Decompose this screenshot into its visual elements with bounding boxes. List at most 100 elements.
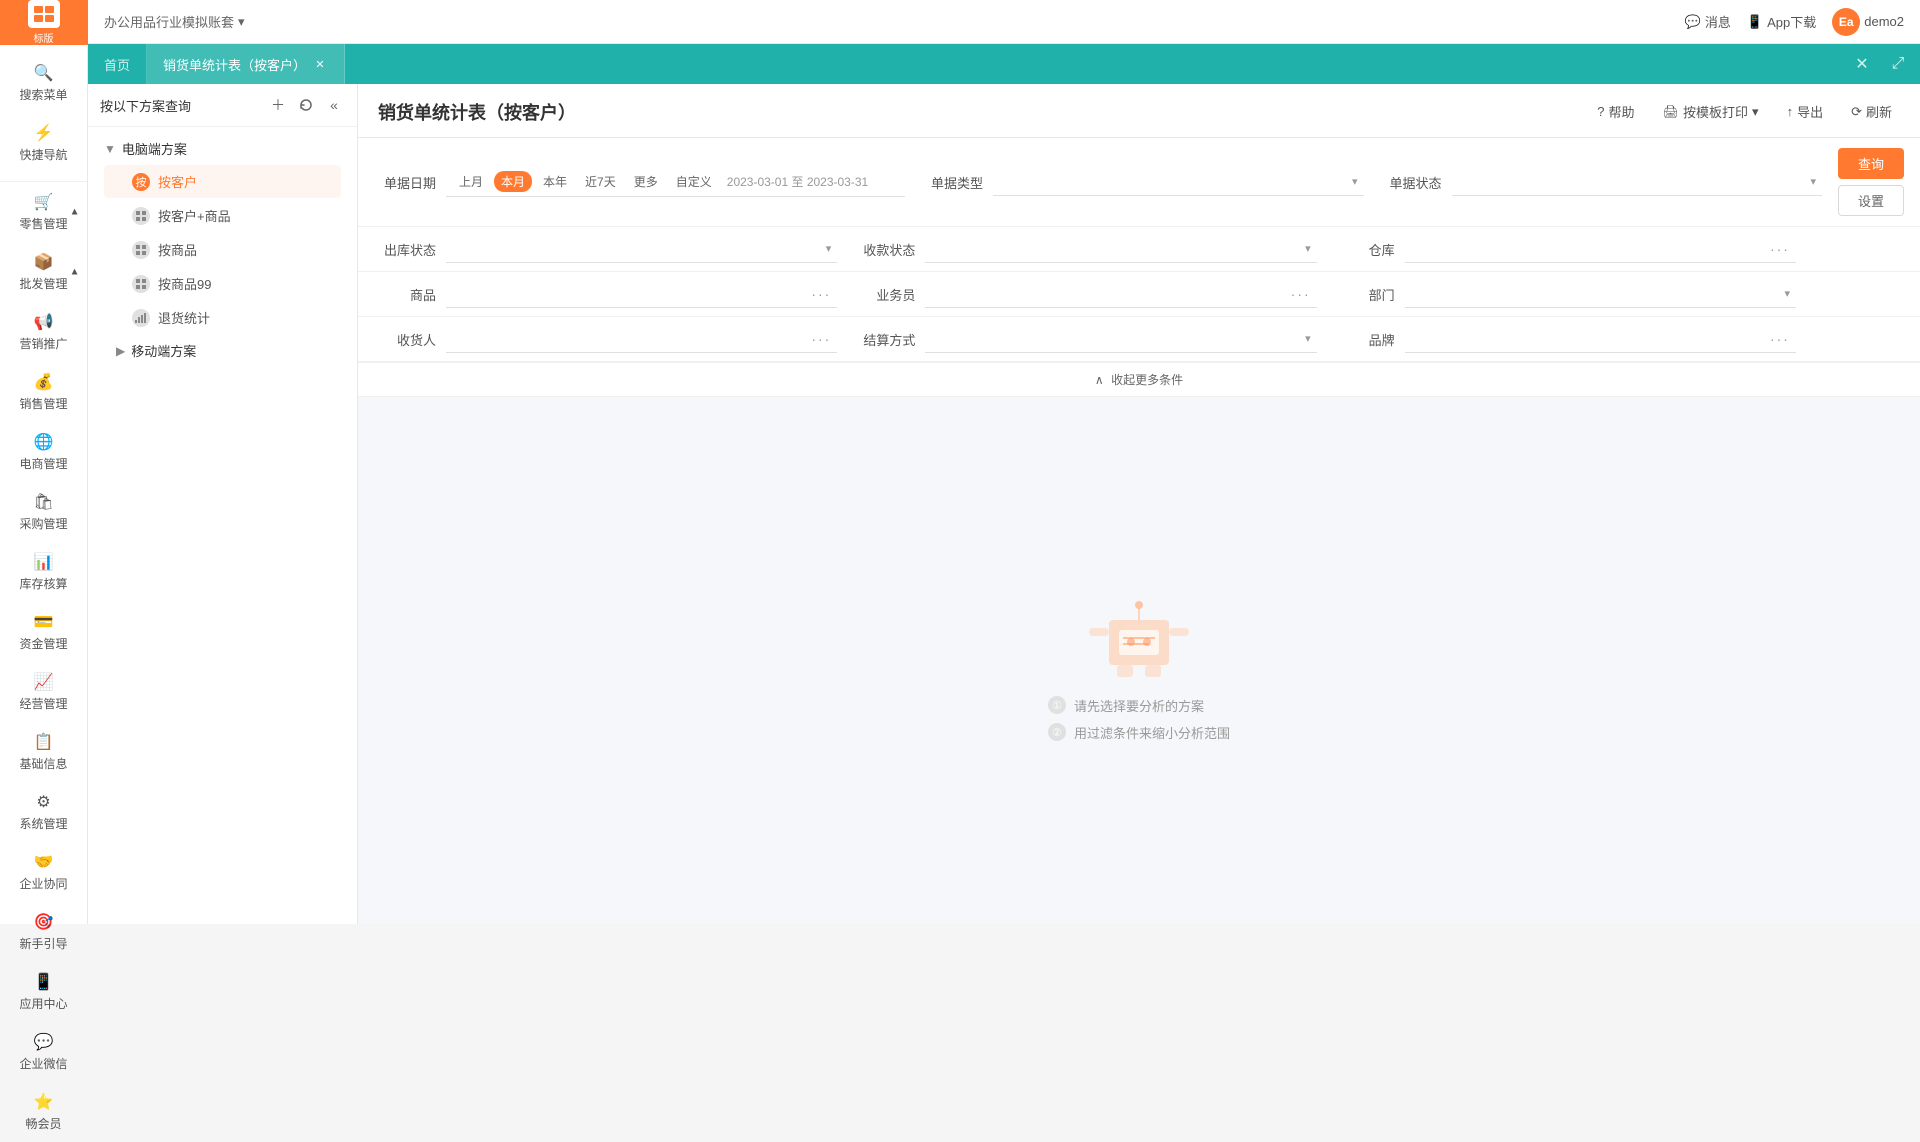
tabbar: 首页 销货单统计表（按客户） ✕ ✕ ⤢	[88, 44, 1920, 84]
sidebar-item-purchase-label: 采购管理	[19, 515, 67, 532]
empty-state: ① 请先选择要分析的方案 ② 用过滤条件来缩小分析范围	[1048, 580, 1230, 742]
refresh-scheme-btn[interactable]	[295, 94, 317, 116]
sidebar-item-operation[interactable]: 📈 经营管理	[0, 662, 88, 722]
this-month-btn[interactable]: 本月	[494, 171, 532, 192]
tab-home[interactable]: 首页	[88, 44, 147, 84]
industry-dropdown[interactable]: 办公用品行业模拟账套 ▾	[104, 12, 245, 31]
tree-item-customer-goods[interactable]: 按客户+商品	[104, 199, 341, 232]
mobile-group-header[interactable]: ▶ 移动端方案	[96, 335, 349, 366]
date-filter-input[interactable]: 上月 本月 本年 近7天 更多 自定义 2023-03-01 至 2023-03…	[446, 167, 905, 197]
salesperson-dots: ···	[1291, 286, 1311, 302]
template-print-label: 按模板打印	[1683, 102, 1748, 121]
custom-btn[interactable]: 自定义	[669, 171, 719, 192]
export-label: 导出	[1797, 102, 1823, 121]
settlement-input[interactable]: ▾	[925, 325, 1316, 353]
sidebar-item-purchase[interactable]: 🛍 采购管理	[0, 482, 88, 542]
settings-btn[interactable]: 设置	[1838, 185, 1904, 216]
sidebar-item-system[interactable]: ⚙ 系统管理	[0, 782, 88, 842]
sidebar-item-finance[interactable]: 💳 资金管理	[0, 602, 88, 662]
sidebar-item-ecommerce[interactable]: 🌐 电商管理	[0, 422, 88, 482]
goods-input[interactable]: ···	[446, 280, 837, 308]
recipient-input[interactable]: ···	[446, 325, 837, 353]
last7-btn[interactable]: 近7天	[578, 171, 623, 192]
enterprise-icon: 🤝	[34, 852, 54, 872]
salesperson-label: 业务员	[853, 285, 925, 304]
brand-label: 品牌	[1333, 330, 1405, 349]
tab-expand-btn[interactable]: ⤢	[1884, 50, 1912, 78]
retail-icon: 🛒	[34, 192, 54, 212]
this-year-btn[interactable]: 本年	[536, 171, 574, 192]
message-btn[interactable]: 💬 消息	[1685, 12, 1731, 31]
bill-type-label: 单据类型	[921, 173, 993, 192]
out-status-arrow: ▾	[826, 242, 832, 255]
sidebar-item-marketing-label: 营销推广	[19, 335, 67, 352]
bill-status-input[interactable]: ▾	[1452, 168, 1823, 196]
sidebar-item-retail[interactable]: 🛒 零售管理 ▲	[0, 182, 88, 242]
collapse-icon: ∧	[1095, 373, 1104, 387]
ent-wechat-icon: 💬	[34, 1032, 54, 1052]
tree-item-return-stat[interactable]: 退货统计	[104, 301, 341, 334]
sidebar-item-ent-wechat[interactable]: 💬 企业微信	[0, 1022, 88, 1082]
sidebar-item-appcenter[interactable]: 📱 应用中心	[0, 962, 88, 1022]
add-scheme-btn[interactable]: ＋	[267, 94, 289, 116]
app-download-label: App下载	[1767, 12, 1816, 31]
tab-minimize-btn[interactable]: ✕	[1848, 50, 1876, 78]
collapse-panel-btn[interactable]: «	[323, 94, 345, 116]
collapse-more-btn[interactable]: ∧ 收起更多条件	[358, 362, 1920, 396]
export-btn[interactable]: ↑ 导出	[1779, 98, 1832, 125]
tab-sales-stat[interactable]: 销货单统计表（按客户） ✕	[147, 44, 345, 84]
by-customer-icon: 按	[132, 173, 150, 191]
sidebar-item-basicinfo[interactable]: 📋 基础信息	[0, 722, 88, 782]
row2-spacer	[1796, 235, 1904, 263]
department-input[interactable]: ▾	[1405, 280, 1796, 308]
left-panel-header: 按以下方案查询 ＋ «	[88, 84, 357, 127]
sidebar-item-wholesale[interactable]: 📦 批发管理 ▲	[0, 242, 88, 302]
sidebar-item-sales[interactable]: 💰 销售管理	[0, 362, 88, 422]
inventory-icon: 📊	[34, 552, 54, 572]
empty-tip-2: ② 用过滤条件来缩小分析范围	[1048, 723, 1230, 742]
out-status-label: 出库状态	[374, 240, 446, 259]
sidebar-item-quicknav[interactable]: ⚡ 快捷导航	[0, 113, 88, 173]
tip-num-2: ②	[1048, 723, 1066, 741]
marketing-icon: 📢	[34, 312, 54, 332]
left-panel: 按以下方案查询 ＋ « ▼ 电脑端方案	[88, 84, 358, 924]
right-panel: 销货单统计表（按客户） ? 帮助 🖨 按模板打印 ▾ ↑	[358, 84, 1920, 924]
sidebar-item-wholesale-label: 批发管理	[19, 275, 67, 292]
sidebar-item-member[interactable]: ⭐ 畅会员	[0, 1082, 88, 1142]
sidebar-logo[interactable]: 标版	[0, 0, 88, 45]
desktop-group: ▼ 电脑端方案 按 按客户	[88, 133, 357, 334]
refresh-label: 刷新	[1866, 102, 1892, 121]
sidebar-item-enterprise[interactable]: 🤝 企业协同	[0, 842, 88, 902]
sidebar-item-search-label: 搜索菜单	[19, 86, 67, 103]
sidebar-item-marketing[interactable]: 📢 营销推广	[0, 302, 88, 362]
out-status-input[interactable]: ▾	[446, 235, 837, 263]
sidebar-item-basicinfo-label: 基础信息	[19, 755, 67, 772]
salesperson-input[interactable]: ···	[925, 280, 1316, 308]
app-download-btn[interactable]: 📱 App下载	[1747, 12, 1816, 31]
more-btn[interactable]: 更多	[627, 171, 665, 192]
desktop-group-header[interactable]: ▼ 电脑端方案	[96, 133, 349, 164]
warehouse-input[interactable]: ···	[1405, 235, 1796, 263]
user-profile-btn[interactable]: Ea demo2	[1832, 8, 1904, 36]
sidebar-item-inventory[interactable]: 📊 库存核算	[0, 542, 88, 602]
tree-item-goods99[interactable]: 按商品99	[104, 267, 341, 300]
bill-type-input[interactable]: ▾	[993, 168, 1364, 196]
template-print-btn[interactable]: 🖨 按模板打印 ▾	[1655, 98, 1767, 125]
logo-icon	[28, 0, 60, 28]
refresh-btn[interactable]: ⟳ 刷新	[1843, 98, 1900, 125]
brand-input[interactable]: ···	[1405, 325, 1796, 353]
last-month-btn[interactable]: 上月	[452, 171, 490, 192]
tree-item-goods99-label: 按商品99	[158, 274, 211, 293]
receipt-status-input[interactable]: ▾	[925, 235, 1316, 263]
tree-item-by-customer[interactable]: 按 按客户	[104, 165, 341, 198]
search-icon: 🔍	[34, 63, 54, 83]
help-label: 帮助	[1608, 102, 1634, 121]
query-btn[interactable]: 查询	[1838, 148, 1904, 179]
sidebar-item-operation-label: 经营管理	[19, 695, 67, 712]
sidebar-item-newguide[interactable]: 🎯 新手引导	[0, 902, 88, 962]
tree-item-by-goods[interactable]: 按商品	[104, 233, 341, 266]
row4-spacer	[1796, 325, 1904, 353]
sidebar-item-search[interactable]: 🔍 搜索菜单	[0, 53, 88, 113]
tab-close-btn[interactable]: ✕	[312, 56, 328, 72]
help-btn[interactable]: ? 帮助	[1589, 98, 1642, 125]
